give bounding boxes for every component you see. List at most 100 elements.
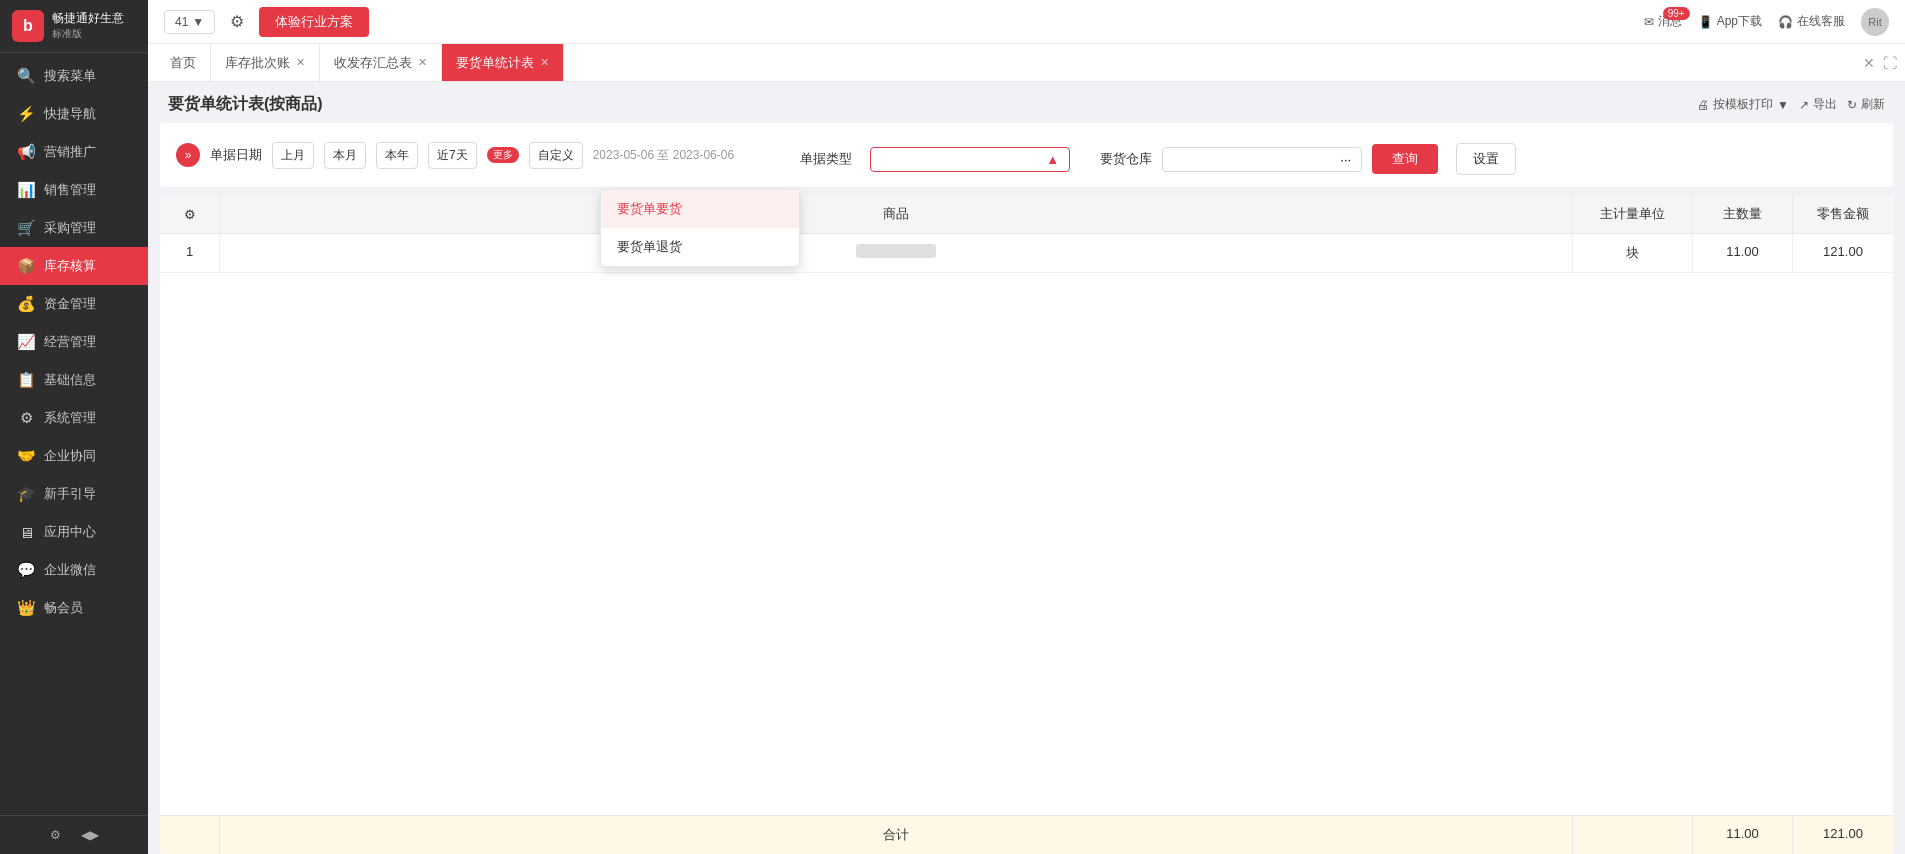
column-settings-icon[interactable]: ⚙ <box>184 207 196 222</box>
sidebar-item-label: 畅会员 <box>44 599 83 617</box>
sidebar-item-finance[interactable]: 💰 资金管理 <box>0 285 148 323</box>
sidebar-item-operations[interactable]: 📈 经营管理 <box>0 323 148 361</box>
sidebar-item-quicknav[interactable]: ⚡ 快捷导航 <box>0 95 148 133</box>
sidebar-collapse-btn[interactable]: ◀▶ <box>73 824 107 846</box>
refresh-button[interactable]: ↻ 刷新 <box>1847 96 1885 113</box>
dropdown-item-return[interactable]: 要货单退货 <box>601 228 799 266</box>
sidebar-item-sales[interactable]: 📊 销售管理 <box>0 171 148 209</box>
table-settings-col[interactable]: ⚙ <box>160 195 220 233</box>
export-button[interactable]: ↗ 导出 <box>1799 96 1837 113</box>
this-year-btn[interactable]: 本年 <box>376 142 418 169</box>
search-nav-icon: 🔍 <box>16 67 36 85</box>
tab-close-all-btn[interactable]: ✕ <box>1863 55 1875 71</box>
sidebar-item-system[interactable]: ⚙ 系统管理 <box>0 399 148 437</box>
sidebar-item-guide[interactable]: 🎓 新手引导 <box>0 475 148 513</box>
tabs-bar: 首页 库存批次账 ✕ 收发存汇总表 ✕ 要货单统计表 ✕ ✕ ⛶ <box>148 44 1905 82</box>
megaphone-icon: 📢 <box>16 143 36 161</box>
app-download-label: App下载 <box>1717 13 1762 30</box>
filter-row-date: » 单据日期 上月 本月 本年 近7天 更多 自定义 2023-05-06 至 … <box>176 142 734 169</box>
topbar-right: ✉ 消息 99+ 📱 App下载 🎧 在线客服 Rit <box>1644 8 1889 36</box>
app-download-button[interactable]: 📱 App下载 <box>1698 13 1762 30</box>
tabs-actions: ✕ ⛶ <box>1863 55 1897 71</box>
desktop-icon: 🖥 <box>16 524 36 541</box>
product-placeholder <box>856 244 936 258</box>
tab-inventory-batch[interactable]: 库存批次账 ✕ <box>211 44 320 81</box>
this-month-btn[interactable]: 本月 <box>324 142 366 169</box>
sidebar-item-search[interactable]: 🔍 搜索菜单 <box>0 57 148 95</box>
topbar: 41 ▼ ⚙ 体验行业方案 ✉ 消息 99+ 📱 App下载 🎧 在线客服 Ri… <box>148 0 1905 44</box>
sidebar-item-appcenter[interactable]: 🖥 应用中心 <box>0 513 148 551</box>
warehouse-more-icon[interactable]: ··· <box>1340 152 1351 167</box>
promo-button[interactable]: 体验行业方案 <box>259 7 369 37</box>
export-label: 导出 <box>1813 96 1837 113</box>
print-icon: 🖨 <box>1697 98 1709 112</box>
col-product: 商品 <box>220 195 1573 233</box>
handshake-icon: 🤝 <box>16 447 36 465</box>
messages-button[interactable]: ✉ 消息 99+ <box>1644 13 1682 30</box>
refresh-icon: ↻ <box>1847 98 1857 112</box>
col-quantity: 主数量 <box>1693 195 1793 233</box>
sidebar-item-enterprise[interactable]: 🤝 企业协同 <box>0 437 148 475</box>
cell-amount: 121.00 <box>1793 234 1893 272</box>
tab-close-icon[interactable]: ✕ <box>296 56 305 69</box>
clipboard-icon: 📋 <box>16 371 36 389</box>
filter-expand-btn[interactable]: » <box>176 143 200 167</box>
account-selector[interactable]: 41 ▼ <box>164 10 215 34</box>
sidebar-item-label: 系统管理 <box>44 409 96 427</box>
warehouse-select[interactable]: ··· <box>1162 147 1362 172</box>
sidebar-item-marketing[interactable]: 📢 营销推广 <box>0 133 148 171</box>
tab-requisition-label: 要货单统计表 <box>456 54 534 72</box>
type-select-dropdown[interactable]: ▲ <box>870 147 1070 172</box>
messages-badge: 99+ <box>1663 7 1690 20</box>
cell-index: 1 <box>160 234 220 272</box>
message-icon: ✉ <box>1644 15 1654 29</box>
print-button[interactable]: 🖨 按模板打印 ▼ <box>1697 96 1789 113</box>
footer-quantity: 11.00 <box>1693 816 1793 854</box>
sidebar: b 畅捷通好生意 标准版 🔍 搜索菜单 ⚡ 快捷导航 📢 营销推广 📊 销售管理… <box>0 0 148 854</box>
tab-summary-label: 收发存汇总表 <box>334 54 412 72</box>
col-unit: 主计量单位 <box>1573 195 1693 233</box>
tab-home-label: 首页 <box>170 54 196 72</box>
table-body: 1 块 11.00 121.00 <box>160 234 1893 815</box>
wechat-icon: 💬 <box>16 561 36 579</box>
sidebar-item-label: 搜索菜单 <box>44 67 96 85</box>
filter-settings-btn[interactable]: 设置 <box>1456 143 1516 175</box>
money-icon: 💰 <box>16 295 36 313</box>
last-7days-btn[interactable]: 近7天 <box>428 142 477 169</box>
footer-unit-empty <box>1573 816 1693 854</box>
cell-product <box>220 234 1573 272</box>
sidebar-item-label: 资金管理 <box>44 295 96 313</box>
more-dates-badge[interactable]: 更多 <box>487 147 519 163</box>
tab-close-icon[interactable]: ✕ <box>418 56 427 69</box>
sidebar-item-label: 快捷导航 <box>44 105 96 123</box>
query-button[interactable]: 查询 <box>1372 144 1438 174</box>
sidebar-settings-btn[interactable]: ⚙ <box>42 824 69 846</box>
cell-unit: 块 <box>1573 234 1693 272</box>
content-area: 要货单统计表(按商品) 🖨 按模板打印 ▼ ↗ 导出 ↻ 刷新 <box>148 82 1905 854</box>
tab-requisition[interactable]: 要货单统计表 ✕ <box>442 44 564 81</box>
user-avatar[interactable]: Rit <box>1861 8 1889 36</box>
sidebar-item-inventory[interactable]: 📦 库存核算 <box>0 247 148 285</box>
dropdown-item-requisition[interactable]: 要货单要货 <box>601 190 799 228</box>
footer-label: 合计 <box>220 816 1573 854</box>
tab-summary[interactable]: 收发存汇总表 ✕ <box>320 44 442 81</box>
sidebar-item-wechat[interactable]: 💬 企业微信 <box>0 551 148 589</box>
table-row: 1 块 11.00 121.00 <box>160 234 1893 273</box>
sidebar-item-label: 采购管理 <box>44 219 96 237</box>
custom-date-btn[interactable]: 自定义 <box>529 142 583 169</box>
sidebar-item-member[interactable]: 👑 畅会员 <box>0 589 148 627</box>
last-month-btn[interactable]: 上月 <box>272 142 314 169</box>
table-footer: 合计 11.00 121.00 <box>160 815 1893 854</box>
tab-expand-btn[interactable]: ⛶ <box>1883 55 1897 71</box>
chevron-down-icon: ▼ <box>192 15 204 29</box>
tab-close-icon[interactable]: ✕ <box>540 56 549 69</box>
sidebar-item-basic-info[interactable]: 📋 基础信息 <box>0 361 148 399</box>
sidebar-item-purchase[interactable]: 🛒 采购管理 <box>0 209 148 247</box>
online-service-button[interactable]: 🎧 在线客服 <box>1778 13 1845 30</box>
crown-icon: 👑 <box>16 599 36 617</box>
topbar-gear-button[interactable]: ⚙ <box>223 8 251 36</box>
sidebar-item-label: 应用中心 <box>44 523 96 541</box>
cart-icon: 🛒 <box>16 219 36 237</box>
account-label: 41 <box>175 15 188 29</box>
tab-home[interactable]: 首页 <box>156 44 211 81</box>
